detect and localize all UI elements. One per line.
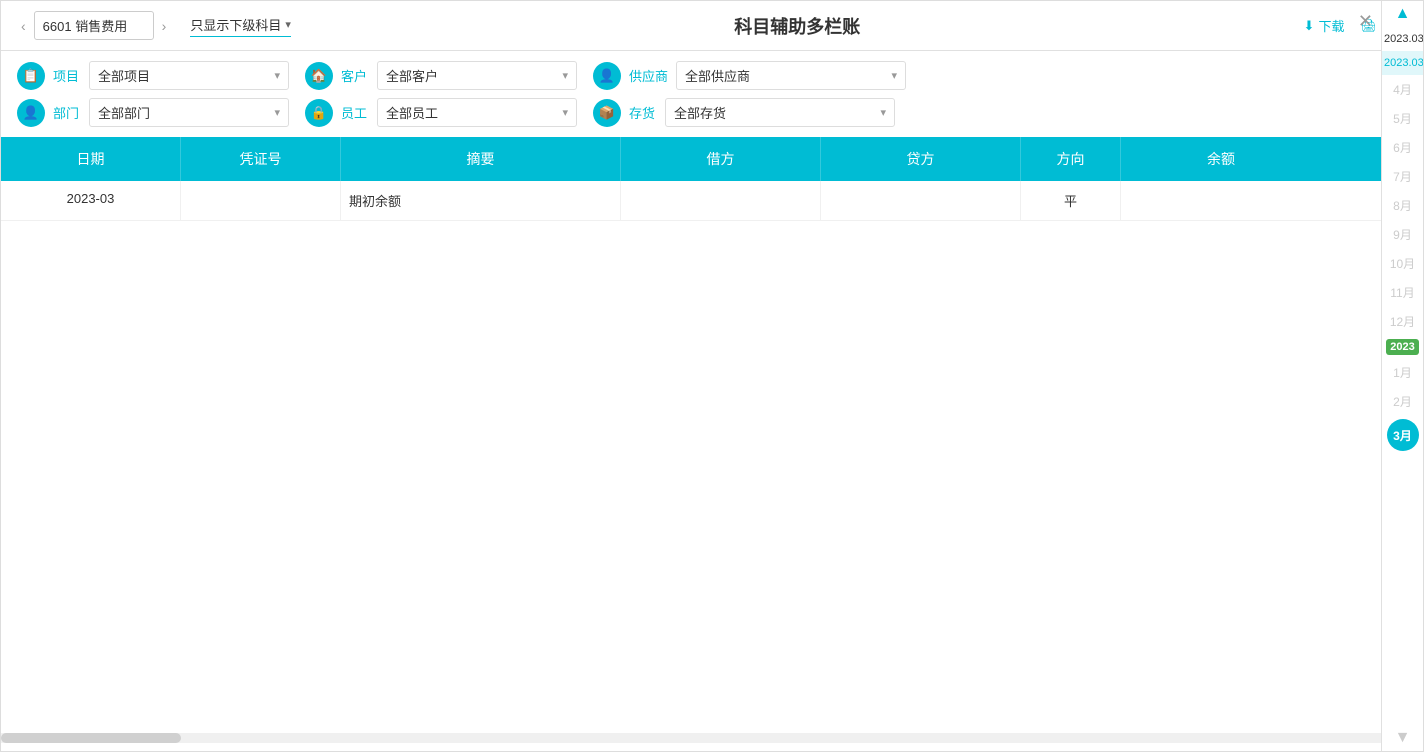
inventory-filter: 📦 存货 全部存货 ▾ [593, 98, 895, 127]
employee-filter: 🔒 员工 全部员工 ▾ [305, 98, 577, 127]
sidebar-item-6[interactable]: 6月 [1382, 133, 1423, 162]
customer-label: 客户 [341, 66, 369, 85]
cell-balance [1121, 181, 1321, 220]
project-label: 项目 [53, 66, 81, 85]
filter-area: 📋 项目 全部项目 ▾ 🏠 客户 全部客户 ▾ [1, 51, 1423, 137]
inventory-dropdown-icon: ▾ [880, 106, 886, 119]
nav-prev-button[interactable]: ‹ [17, 16, 30, 36]
col-date: 日期 [1, 137, 181, 181]
filter-row-1: 📋 项目 全部项目 ▾ 🏠 客户 全部客户 ▾ [17, 61, 1407, 90]
cell-voucher [181, 181, 341, 220]
col-summary: 摘要 [341, 137, 621, 181]
project-select[interactable]: 全部项目 ▾ [89, 61, 289, 90]
cell-date: 2023-03 [1, 181, 181, 220]
header: ‹ 6601 销售费用 › 只显示下级科目 ▾ 科目辅助多栏账 ⬇ 下载 🖨 打… [1, 1, 1423, 51]
employee-dropdown-icon: ▾ [562, 106, 568, 119]
horizontal-scrollbar-track[interactable] [1, 733, 1381, 743]
sidebar-item-8[interactable]: 8月 [1382, 191, 1423, 220]
department-label: 部门 [53, 103, 81, 122]
close-button[interactable]: ✕ [1358, 11, 1373, 32]
inventory-select[interactable]: 全部存货 ▾ [665, 98, 895, 127]
sidebar-item-jan[interactable]: 1月 [1382, 358, 1423, 387]
project-filter: 📋 项目 全部项目 ▾ [17, 61, 289, 90]
customer-select[interactable]: 全部客户 ▾ [377, 61, 577, 90]
sidebar-item-2023-03-2[interactable]: 2023.03 [1382, 51, 1423, 75]
sidebar-item-9[interactable]: 9月 [1382, 220, 1423, 249]
supplier-select[interactable]: 全部供应商 ▾ [676, 61, 906, 90]
sidebar-item-10[interactable]: 10月 [1382, 249, 1423, 278]
supplier-filter: 👤 供应商 全部供应商 ▾ [593, 61, 906, 90]
table-row: 2023-03 期初余额 平 [1, 181, 1423, 221]
sidebar-scroll-up[interactable]: ▲ [1391, 1, 1415, 27]
col-credit: 贷方 [821, 137, 1021, 181]
col-debit: 借方 [621, 137, 821, 181]
project-value: 全部项目 [98, 66, 150, 85]
department-dropdown-icon: ▾ [274, 106, 280, 119]
cell-direction: 平 [1021, 181, 1121, 220]
employee-value: 全部员工 [386, 103, 438, 122]
inventory-icon: 📦 [593, 99, 621, 127]
employee-icon: 🔒 [305, 99, 333, 127]
table-header: 日期 凭证号 摘要 借方 贷方 方向 余额 [1, 137, 1423, 181]
sidebar-item-12[interactable]: 12月 [1382, 307, 1423, 336]
show-sub-toggle[interactable]: 只显示下级科目 ▾ [190, 15, 291, 37]
department-filter: 👤 部门 全部部门 ▾ [17, 98, 289, 127]
employee-select[interactable]: 全部员工 ▾ [377, 98, 577, 127]
cell-summary: 期初余额 [341, 181, 621, 220]
table-area: 日期 凭证号 摘要 借方 贷方 方向 余额 2023-03 期初余额 平 [1, 137, 1423, 751]
department-select[interactable]: 全部部门 ▾ [89, 98, 289, 127]
department-value: 全部部门 [98, 103, 150, 122]
sidebar-year-badge-2023[interactable]: 2023 [1386, 339, 1418, 355]
project-icon: 📋 [17, 62, 45, 90]
sidebar-item-7[interactable]: 7月 [1382, 162, 1423, 191]
sidebar-scroll-down[interactable]: ▼ [1391, 725, 1415, 751]
show-sub-label: 只显示下级科目 [190, 15, 281, 34]
customer-filter: 🏠 客户 全部客户 ▾ [305, 61, 577, 90]
nav-left: ‹ 6601 销售费用 › 只显示下级科目 ▾ [17, 11, 291, 40]
supplier-icon: 👤 [593, 62, 621, 90]
sidebar-item-4[interactable]: 4月 [1382, 75, 1423, 104]
download-label: 下载 [1318, 16, 1344, 35]
account-code-input[interactable]: 6601 销售费用 [34, 11, 154, 40]
department-icon: 👤 [17, 99, 45, 127]
inventory-label: 存货 [629, 103, 657, 122]
project-dropdown-icon: ▾ [274, 69, 280, 82]
customer-icon: 🏠 [305, 62, 333, 90]
col-balance: 余额 [1121, 137, 1321, 181]
download-icon: ⬇ [1304, 18, 1315, 34]
col-direction: 方向 [1021, 137, 1121, 181]
sidebar-item-feb[interactable]: 2月 [1382, 387, 1423, 416]
page-title: 科目辅助多栏账 [291, 13, 1304, 39]
table-body: 2023-03 期初余额 平 [1, 181, 1423, 221]
sidebar-item-mar-selected[interactable]: 3月 [1387, 419, 1419, 451]
sidebar-item-2023-03-1[interactable]: 2023.03 [1382, 27, 1423, 51]
cell-debit [621, 181, 821, 220]
cell-credit [821, 181, 1021, 220]
inventory-value: 全部存货 [674, 103, 726, 122]
download-button[interactable]: ⬇ 下载 [1304, 16, 1345, 35]
sidebar-item-5[interactable]: 5月 [1382, 104, 1423, 133]
customer-value: 全部客户 [386, 66, 438, 85]
right-sidebar: ▲ 2023.03 2023.03 4月 5月 6月 7月 8月 9月 10月 … [1381, 1, 1423, 751]
filter-row-2: 👤 部门 全部部门 ▾ 🔒 员工 全部员工 ▾ [17, 98, 1407, 127]
col-voucher: 凭证号 [181, 137, 341, 181]
supplier-dropdown-icon: ▾ [891, 69, 897, 82]
sidebar-item-11[interactable]: 11月 [1382, 278, 1423, 307]
employee-label: 员工 [341, 103, 369, 122]
customer-dropdown-icon: ▾ [562, 69, 568, 82]
main-window: ✕ ‹ 6601 销售费用 › 只显示下级科目 ▾ 科目辅助多栏账 ⬇ 下载 � [0, 0, 1424, 752]
supplier-value: 全部供应商 [685, 66, 750, 85]
nav-next-button[interactable]: › [158, 16, 171, 36]
supplier-label: 供应商 [629, 66, 668, 85]
horizontal-scrollbar-thumb[interactable] [1, 733, 181, 743]
